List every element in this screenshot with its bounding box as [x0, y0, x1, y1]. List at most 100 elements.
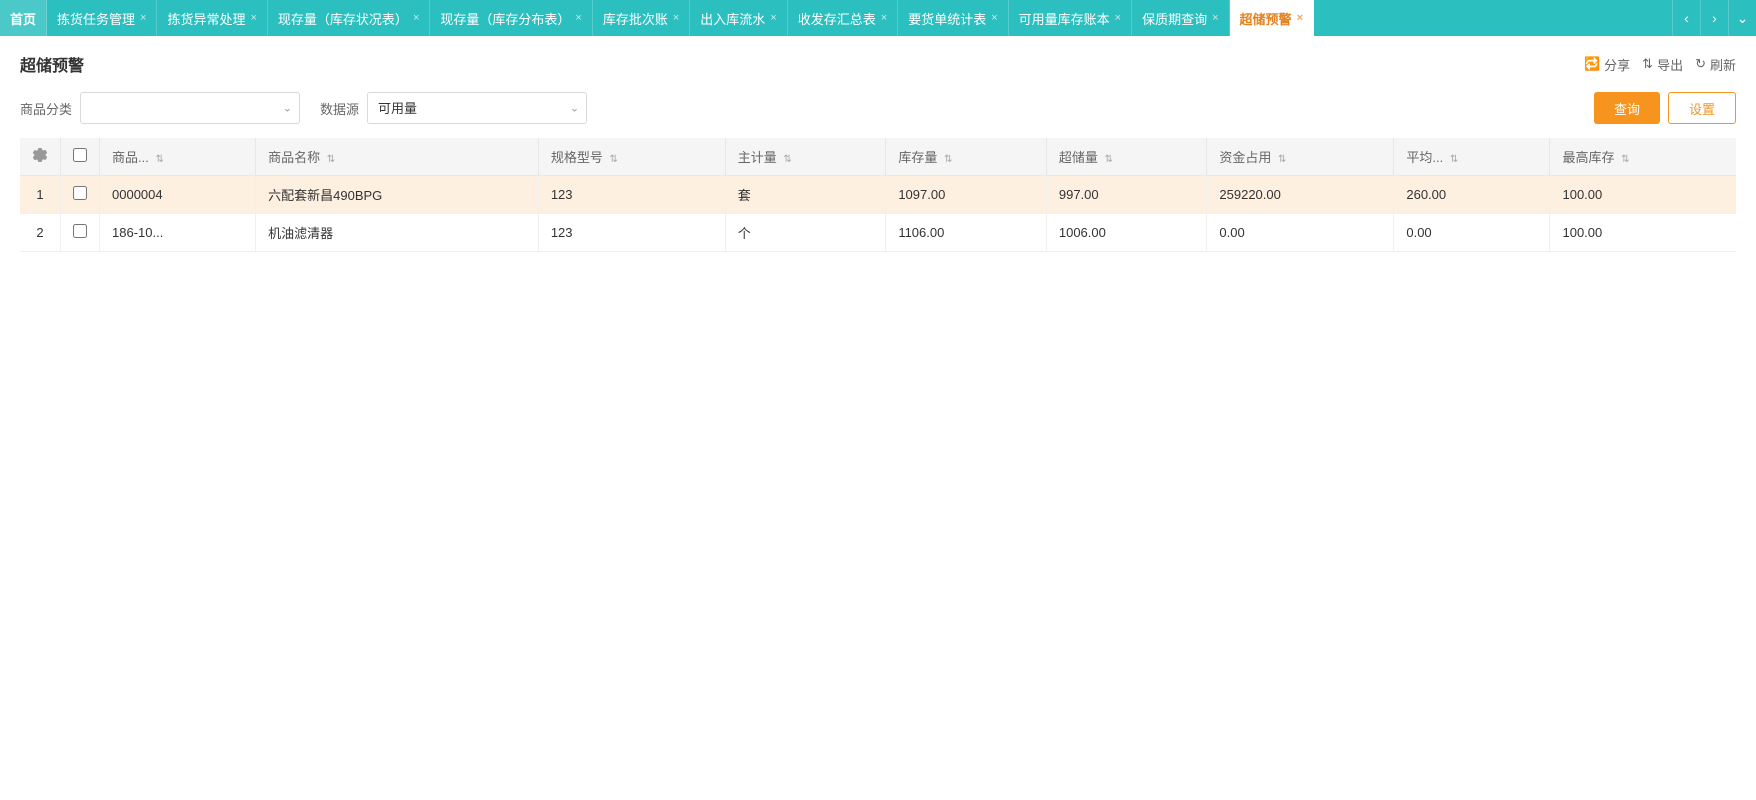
col-code[interactable]: 商品... ⇅	[100, 138, 256, 176]
settings-button[interactable]: 设置	[1668, 92, 1736, 124]
close-tab-8-icon[interactable]: ×	[991, 12, 997, 24]
row-capital-2: 0.00	[1207, 214, 1394, 252]
query-button[interactable]: 查询	[1594, 92, 1660, 124]
datasource-label: 数据源	[320, 99, 359, 118]
nav-home[interactable]: 首页	[0, 0, 47, 36]
col-stock[interactable]: 库存量 ⇅	[886, 138, 1047, 176]
sort-overstock-icon: ⇅	[1105, 154, 1113, 165]
col-overstock[interactable]: 超储量 ⇅	[1046, 138, 1207, 176]
category-select[interactable]	[80, 92, 300, 124]
table-header-row: 商品... ⇅ 商品名称 ⇅ 规格型号 ⇅ 主计量 ⇅ 库存量 ⇅	[20, 138, 1736, 176]
nav-tab-3[interactable]: 现存量（库存状况表） ×	[268, 0, 430, 36]
settings-gear-icon	[32, 147, 48, 163]
row-checkbox-cell-1[interactable]	[61, 176, 100, 214]
page-title: 超储预警	[20, 52, 84, 76]
settings-col-header[interactable]	[20, 138, 61, 176]
row-checkbox-1[interactable]	[73, 186, 87, 200]
data-table: 商品... ⇅ 商品名称 ⇅ 规格型号 ⇅ 主计量 ⇅ 库存量 ⇅	[20, 138, 1736, 252]
row-stock-1: 1097.00	[886, 176, 1047, 214]
row-checkbox-2[interactable]	[73, 224, 87, 238]
nav-next-button[interactable]: ›	[1700, 0, 1728, 36]
export-button[interactable]: ⇅ 导出	[1642, 55, 1683, 74]
row-name-2: 机油滤清器	[256, 214, 539, 252]
sort-code-icon: ⇅	[155, 154, 163, 165]
row-num-1: 1	[20, 176, 61, 214]
close-tab-6-icon[interactable]: ×	[770, 12, 776, 24]
nav-tab-2[interactable]: 拣货异常处理 ×	[157, 0, 267, 36]
row-capital-1: 259220.00	[1207, 176, 1394, 214]
page-actions: 🔁 分享 ⇅ 导出 ↻ 刷新	[1584, 55, 1736, 74]
sort-unit-icon: ⇅	[783, 154, 791, 165]
datasource-select-wrap: 可用量 库存量 ⌄	[367, 92, 587, 124]
datasource-select[interactable]: 可用量 库存量	[367, 92, 587, 124]
category-label: 商品分类	[20, 99, 72, 118]
sort-avg-icon: ⇅	[1450, 154, 1458, 165]
close-tab-10-icon[interactable]: ×	[1212, 12, 1218, 24]
col-max-stock[interactable]: 最高库存 ⇅	[1550, 138, 1736, 176]
row-checkbox-cell-2[interactable]	[61, 214, 100, 252]
col-capital[interactable]: 资金占用 ⇅	[1207, 138, 1394, 176]
row-avg-2: 0.00	[1394, 214, 1550, 252]
col-name[interactable]: 商品名称 ⇅	[256, 138, 539, 176]
row-num-2: 2	[20, 214, 61, 252]
row-overstock-1: 997.00	[1046, 176, 1207, 214]
refresh-icon: ↻	[1695, 56, 1706, 72]
close-tab-2-icon[interactable]: ×	[250, 12, 256, 24]
nav-tab-11[interactable]: 超储预警 ×	[1230, 0, 1314, 36]
row-stock-2: 1106.00	[886, 214, 1047, 252]
sort-name-icon: ⇅	[327, 154, 335, 165]
select-all-checkbox[interactable]	[73, 148, 87, 162]
nav-arrows: ‹ › ⌄	[1672, 0, 1756, 36]
filter-actions: 查询 设置	[1594, 92, 1736, 124]
row-spec-1: 123	[538, 176, 725, 214]
page-header: 超储预警 🔁 分享 ⇅ 导出 ↻ 刷新	[20, 52, 1736, 76]
nav-tab-5[interactable]: 库存批次账 ×	[593, 0, 690, 36]
nav-tab-9[interactable]: 可用量库存账本 ×	[1009, 0, 1132, 36]
sort-capital-icon: ⇅	[1278, 154, 1286, 165]
col-avg[interactable]: 平均... ⇅	[1394, 138, 1550, 176]
export-icon: ⇅	[1642, 56, 1653, 72]
col-unit[interactable]: 主计量 ⇅	[725, 138, 886, 176]
nav-tab-4[interactable]: 现存量（库存分布表） ×	[430, 0, 592, 36]
sort-max-stock-icon: ⇅	[1621, 154, 1629, 165]
nav-menu-button[interactable]: ⌄	[1728, 0, 1756, 36]
share-icon: 🔁	[1584, 56, 1600, 72]
col-spec[interactable]: 规格型号 ⇅	[538, 138, 725, 176]
nav-tab-6[interactable]: 出入库流水 ×	[690, 0, 787, 36]
close-tab-3-icon[interactable]: ×	[413, 12, 419, 24]
table-row: 2 186-10... 机油滤清器 123 个 1106.00 1006.00 …	[20, 214, 1736, 252]
row-spec-2: 123	[538, 214, 725, 252]
filter-row: 商品分类 ⌄ 数据源 可用量 库存量 ⌄ 查询 设置	[20, 92, 1736, 124]
datasource-filter-group: 数据源 可用量 库存量 ⌄	[320, 92, 587, 124]
close-tab-11-icon[interactable]: ×	[1297, 12, 1303, 24]
top-navigation: 首页 拣货任务管理 × 拣货异常处理 × 现存量（库存状况表） × 现存量（库存…	[0, 0, 1756, 36]
refresh-button[interactable]: ↻ 刷新	[1695, 55, 1736, 74]
row-code-2: 186-10...	[100, 214, 256, 252]
nav-tab-7[interactable]: 收发存汇总表 ×	[788, 0, 898, 36]
row-code-1: 0000004	[100, 176, 256, 214]
row-unit-2: 个	[725, 214, 886, 252]
main-content: 超储预警 🔁 分享 ⇅ 导出 ↻ 刷新 商品分类 ⌄	[0, 36, 1756, 800]
close-tab-9-icon[interactable]: ×	[1115, 12, 1121, 24]
row-overstock-2: 1006.00	[1046, 214, 1207, 252]
close-tab-5-icon[interactable]: ×	[673, 12, 679, 24]
row-max-stock-2: 100.00	[1550, 214, 1736, 252]
nav-tab-8[interactable]: 要货单统计表 ×	[898, 0, 1008, 36]
close-tab-7-icon[interactable]: ×	[881, 12, 887, 24]
select-all-col-header[interactable]	[61, 138, 100, 176]
category-filter-group: 商品分类 ⌄	[20, 92, 300, 124]
nav-prev-button[interactable]: ‹	[1672, 0, 1700, 36]
table-row: 1 0000004 六配套新昌490BPG 123 套 1097.00 997.…	[20, 176, 1736, 214]
row-max-stock-1: 100.00	[1550, 176, 1736, 214]
row-unit-1: 套	[725, 176, 886, 214]
nav-tab-10[interactable]: 保质期查询 ×	[1132, 0, 1229, 36]
close-tab-1-icon[interactable]: ×	[140, 12, 146, 24]
sort-spec-icon: ⇅	[609, 154, 617, 165]
sort-stock-icon: ⇅	[944, 154, 952, 165]
nav-tab-1[interactable]: 拣货任务管理 ×	[47, 0, 157, 36]
share-button[interactable]: 🔁 分享	[1584, 55, 1630, 74]
row-name-1: 六配套新昌490BPG	[256, 176, 539, 214]
row-avg-1: 260.00	[1394, 176, 1550, 214]
close-tab-4-icon[interactable]: ×	[575, 12, 581, 24]
category-select-wrap: ⌄	[80, 92, 300, 124]
